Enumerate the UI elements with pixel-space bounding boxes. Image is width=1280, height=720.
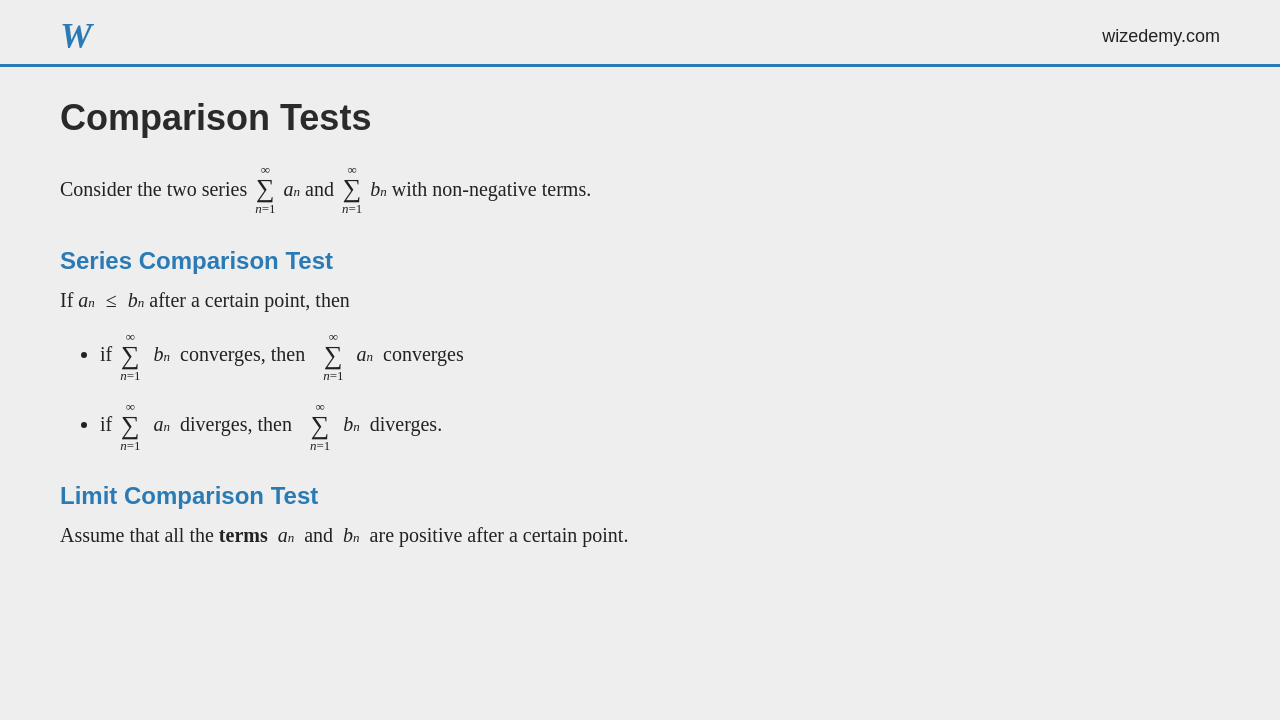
logo: W (60, 18, 92, 54)
sum-a-bottom: n=1 (255, 202, 275, 215)
sum-b-n: ∞ ∑ n=1 (342, 163, 362, 215)
bullet1-b-n: bn (154, 339, 171, 369)
limit-comparison-title: Limit Comparison Test (60, 482, 1220, 510)
limit-comparison-section: Limit Comparison Test Assume that all th… (60, 482, 1220, 547)
intro-prefix: Consider the two series (60, 178, 247, 201)
sum-a-sigma: ∑ (256, 176, 275, 202)
sum-b-bottom: n=1 (342, 202, 362, 215)
bullet2-sum-a: ∞ ∑ n=1 (120, 400, 140, 452)
main-content: Comparison Tests Consider the two series… (0, 67, 1280, 595)
bullet1-sum-a: ∞ ∑ n=1 (323, 330, 343, 382)
header: W wizedemy.com (0, 0, 1280, 54)
limit-b-n: bn (343, 524, 360, 547)
series-comparison-condition: If an ≤ bn after a certain point, then (60, 289, 1220, 312)
series-comparison-title: Series Comparison Test (60, 247, 1220, 275)
bullet1-sum-b: ∞ ∑ n=1 (120, 330, 140, 382)
bullet2-sum-b: ∞ ∑ n=1 (310, 400, 330, 452)
intro-suffix: with non-negative terms. (392, 178, 591, 201)
a-n-cond: an (78, 289, 95, 312)
leq-symbol: ≤ (106, 289, 117, 311)
a-n-var: an (284, 178, 301, 201)
bullet-converges: if ∞ ∑ n=1 bn converges, then ∞ ∑ n=1 a (100, 330, 1220, 382)
page-container: W wizedemy.com Comparison Tests Consider… (0, 0, 1280, 720)
limit-a-n: an (278, 524, 295, 547)
site-url: wizedemy.com (1102, 26, 1220, 47)
page-title: Comparison Tests (60, 97, 1220, 139)
series-comparison-bullets: if ∞ ∑ n=1 bn converges, then ∞ ∑ n=1 a (60, 330, 1220, 452)
series-comparison-section: Series Comparison Test If an ≤ bn after … (60, 247, 1220, 452)
b-n-cond: bn (128, 289, 145, 312)
terms-bold: terms (219, 524, 268, 546)
b-n-var: bn (370, 178, 387, 201)
logo-w-icon: W (60, 18, 92, 54)
sum-b-sigma: ∑ (343, 176, 362, 202)
intro-line: Consider the two series ∞ ∑ n=1 an and ∞… (60, 163, 1220, 215)
sum-a-n: ∞ ∑ n=1 (255, 163, 275, 215)
bullet2-b-n: bn (343, 409, 360, 439)
intro-and: and (305, 178, 334, 201)
limit-comparison-text: Assume that all the terms an and bn are … (60, 524, 1220, 547)
bullet2-a-n: an (154, 409, 171, 439)
bullet-diverges: if ∞ ∑ n=1 an diverges, then ∞ ∑ n=1 bn (100, 400, 1220, 452)
bullet1-a-n: an (357, 339, 374, 369)
